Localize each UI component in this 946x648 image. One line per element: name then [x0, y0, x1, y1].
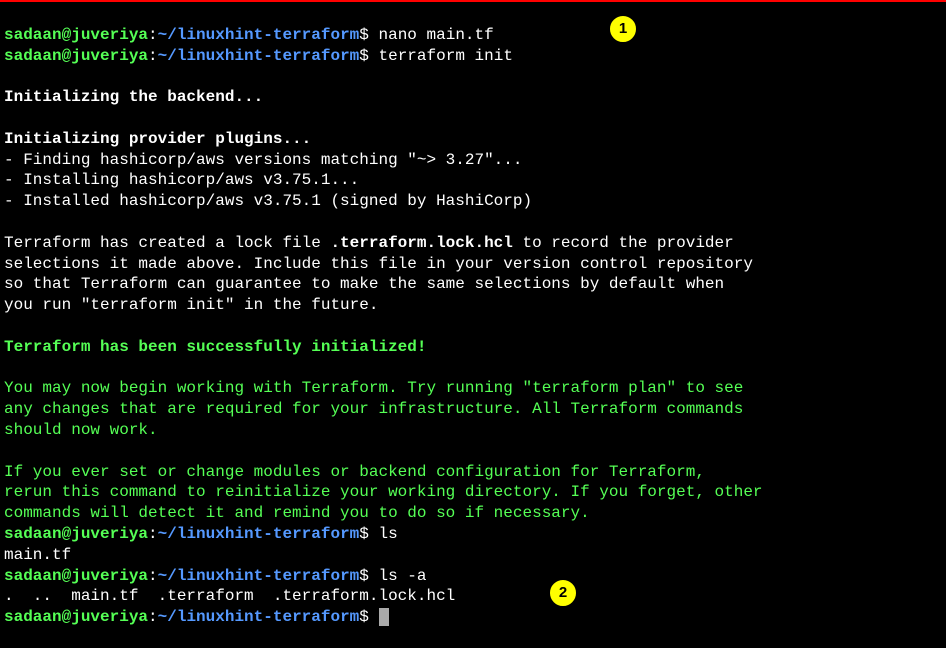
output-ls: main.tf — [4, 546, 71, 564]
command-nano: nano main.tf — [369, 26, 494, 44]
annotation-badge-2: 2 — [548, 578, 578, 608]
prompt-colon: : — [148, 525, 158, 543]
prompt-path: ~/linuxhint-terraform — [158, 26, 360, 44]
prompt-sigil: $ — [359, 26, 369, 44]
prompt-user: sadaan@juveriya — [4, 47, 148, 65]
output-finding: - Finding hashicorp/aws versions matchin… — [4, 151, 522, 169]
prompt-colon: : — [148, 47, 158, 65]
prompt-path: ~/linuxhint-terraform — [158, 525, 360, 543]
output-lock-line3: so that Terraform can guarantee to make … — [4, 275, 724, 293]
annotation-badge-1: 1 — [608, 14, 638, 44]
prompt-sigil: $ — [359, 47, 369, 65]
output-installing: - Installing hashicorp/aws v3.75.1... — [4, 171, 359, 189]
output-init-plugins: Initializing provider plugins... — [4, 130, 311, 148]
output-init-backend: Initializing the backend... — [4, 88, 263, 106]
output-installed: - Installed hashicorp/aws v3.75.1 (signe… — [4, 192, 532, 210]
output-lock-line2: selections it made above. Include this f… — [4, 255, 753, 273]
prompt-path: ~/linuxhint-terraform — [158, 567, 360, 585]
output-ls-a: . .. main.tf .terraform .terraform.lock.… — [4, 587, 455, 605]
output-success: Terraform has been successfully initiali… — [4, 338, 426, 356]
cursor-icon — [379, 608, 389, 626]
prompt-user: sadaan@juveriya — [4, 567, 148, 585]
terminal-window[interactable]: sadaan@juveriya:~/linuxhint-terraform$ n… — [0, 0, 946, 630]
output-warn-line1: If you ever set or change modules or bac… — [4, 463, 705, 481]
prompt-user: sadaan@juveriya — [4, 608, 148, 626]
prompt-colon: : — [148, 608, 158, 626]
output-lockfile: Terraform has created a lock file .terra… — [4, 234, 734, 252]
output-warn-line2: rerun this command to reinitialize your … — [4, 483, 763, 501]
prompt-user: sadaan@juveriya — [4, 26, 148, 44]
output-lock-line4: you run "terraform init" in the future. — [4, 296, 378, 314]
output-plan-line3: should now work. — [4, 421, 158, 439]
prompt-sigil: $ — [359, 567, 369, 585]
command-ls-a: ls -a — [369, 567, 427, 585]
prompt-path: ~/linuxhint-terraform — [158, 47, 360, 65]
prompt-sigil: $ — [359, 525, 369, 543]
command-init: terraform init — [369, 47, 513, 65]
prompt-colon: : — [148, 26, 158, 44]
prompt-colon: : — [148, 567, 158, 585]
prompt-user: sadaan@juveriya — [4, 525, 148, 543]
output-warn-line3: commands will detect it and remind you t… — [4, 504, 590, 522]
output-plan-line1: You may now begin working with Terraform… — [4, 379, 743, 397]
prompt-sigil: $ — [359, 608, 369, 626]
command-ls: ls — [369, 525, 398, 543]
output-plan-line2: any changes that are required for your i… — [4, 400, 743, 418]
prompt-path: ~/linuxhint-terraform — [158, 608, 360, 626]
